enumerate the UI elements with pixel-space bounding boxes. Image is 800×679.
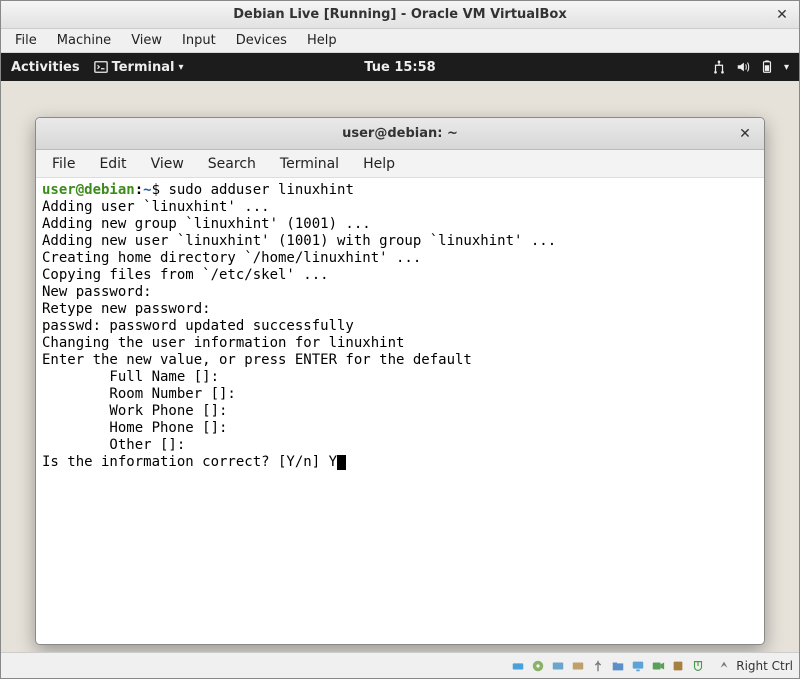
terminal-output-line: Enter the new value, or press ENTER for … <box>42 352 472 368</box>
volume-icon[interactable] <box>736 60 750 74</box>
gnome-app-label: Terminal <box>112 60 175 75</box>
hostkey-indicator[interactable]: Right Ctrl <box>716 658 793 674</box>
recording-icon[interactable] <box>650 658 666 674</box>
terminal-output-line: Retype new password: <box>42 301 211 317</box>
network-adapter-icon[interactable] <box>570 658 586 674</box>
terminal-output-line: Adding new group `linuxhint' (1001) ... <box>42 216 371 232</box>
gnome-app-menu[interactable]: Terminal ▾ <box>94 60 184 75</box>
optical-icon[interactable] <box>530 658 546 674</box>
terminal-title: user@debian: ~ <box>342 126 458 141</box>
cpu-icon[interactable] <box>670 658 686 674</box>
term-menu-view[interactable]: View <box>139 153 196 175</box>
terminal-body[interactable]: user@debian:~$ sudo adduser linuxhint Ad… <box>36 178 764 644</box>
vbox-menu-machine[interactable]: Machine <box>47 31 121 50</box>
usb-icon[interactable] <box>590 658 606 674</box>
terminal-final-prompt: Is the information correct? [Y/n] <box>42 454 329 470</box>
terminal-output-line: Room Number []: <box>42 386 236 402</box>
term-menu-help[interactable]: Help <box>351 153 407 175</box>
vbox-statusbar: Right Ctrl <box>1 652 799 678</box>
terminal-output-line: Creating home directory `/home/linuxhint… <box>42 250 421 266</box>
network-icon[interactable] <box>712 60 726 74</box>
vbox-menu-file[interactable]: File <box>5 31 47 50</box>
prompt-dollar: $ <box>152 182 169 198</box>
gnome-activities[interactable]: Activities <box>11 60 80 75</box>
vm-content: Activities Terminal ▾ Tue 15:58 <box>1 53 799 652</box>
vbox-menu-devices[interactable]: Devices <box>226 31 297 50</box>
gnome-topbar: Activities Terminal ▾ Tue 15:58 <box>1 53 799 81</box>
chevron-down-icon[interactable]: ▾ <box>784 62 789 73</box>
vbox-titlebar[interactable]: Debian Live [Running] - Oracle VM Virtua… <box>1 1 799 29</box>
gnome-clock[interactable]: Tue 15:58 <box>364 60 435 75</box>
hostkey-label: Right Ctrl <box>736 659 793 673</box>
terminal-output-line: Copying files from `/etc/skel' ... <box>42 267 329 283</box>
cursor <box>337 455 346 470</box>
vbox-menubar: File Machine View Input Devices Help <box>1 29 799 53</box>
virtualbox-window: Debian Live [Running] - Oracle VM Virtua… <box>0 0 800 679</box>
terminal-output-line: Full Name []: <box>42 369 219 385</box>
terminal-menubar: File Edit View Search Terminal Help <box>36 150 764 178</box>
prompt-user: user@debian <box>42 182 135 198</box>
vbox-menu-view[interactable]: View <box>121 31 172 50</box>
terminal-icon <box>94 60 108 74</box>
terminal-close-button[interactable]: ✕ <box>736 125 754 143</box>
terminal-output-line: Other []: <box>42 437 185 453</box>
battery-icon[interactable] <box>760 60 774 74</box>
term-menu-file[interactable]: File <box>40 153 87 175</box>
terminal-output-line: passwd: password updated successfully <box>42 318 354 334</box>
audio-icon[interactable] <box>550 658 566 674</box>
vbox-close-button[interactable]: ✕ <box>773 6 791 24</box>
terminal-output-line: New password: <box>42 284 152 300</box>
terminal-output-line: Changing the user information for linuxh… <box>42 335 404 351</box>
terminal-output-line: Adding user `linuxhint' ... <box>42 199 270 215</box>
vbox-title: Debian Live [Running] - Oracle VM Virtua… <box>9 7 791 22</box>
terminal-output-line: Home Phone []: <box>42 420 227 436</box>
terminal-window: user@debian: ~ ✕ File Edit View Search T… <box>35 117 765 645</box>
mouse-integration-icon[interactable] <box>690 658 706 674</box>
term-menu-edit[interactable]: Edit <box>87 153 138 175</box>
hostkey-icon <box>716 658 732 674</box>
terminal-output-line: Work Phone []: <box>42 403 227 419</box>
prompt-path: ~ <box>143 182 151 198</box>
display-icon[interactable] <box>630 658 646 674</box>
shared-folders-icon[interactable] <box>610 658 626 674</box>
terminal-output-line: Adding new user `linuxhint' (1001) with … <box>42 233 556 249</box>
vbox-menu-help[interactable]: Help <box>297 31 347 50</box>
terminal-final-input: Y <box>329 454 337 470</box>
hdd-icon[interactable] <box>510 658 526 674</box>
term-menu-terminal[interactable]: Terminal <box>268 153 351 175</box>
terminal-titlebar[interactable]: user@debian: ~ ✕ <box>36 118 764 150</box>
terminal-command: sudo adduser linuxhint <box>168 182 353 198</box>
vbox-menu-input[interactable]: Input <box>172 31 226 50</box>
chevron-down-icon: ▾ <box>178 62 183 73</box>
prompt-colon: : <box>135 182 143 198</box>
term-menu-search[interactable]: Search <box>196 153 268 175</box>
